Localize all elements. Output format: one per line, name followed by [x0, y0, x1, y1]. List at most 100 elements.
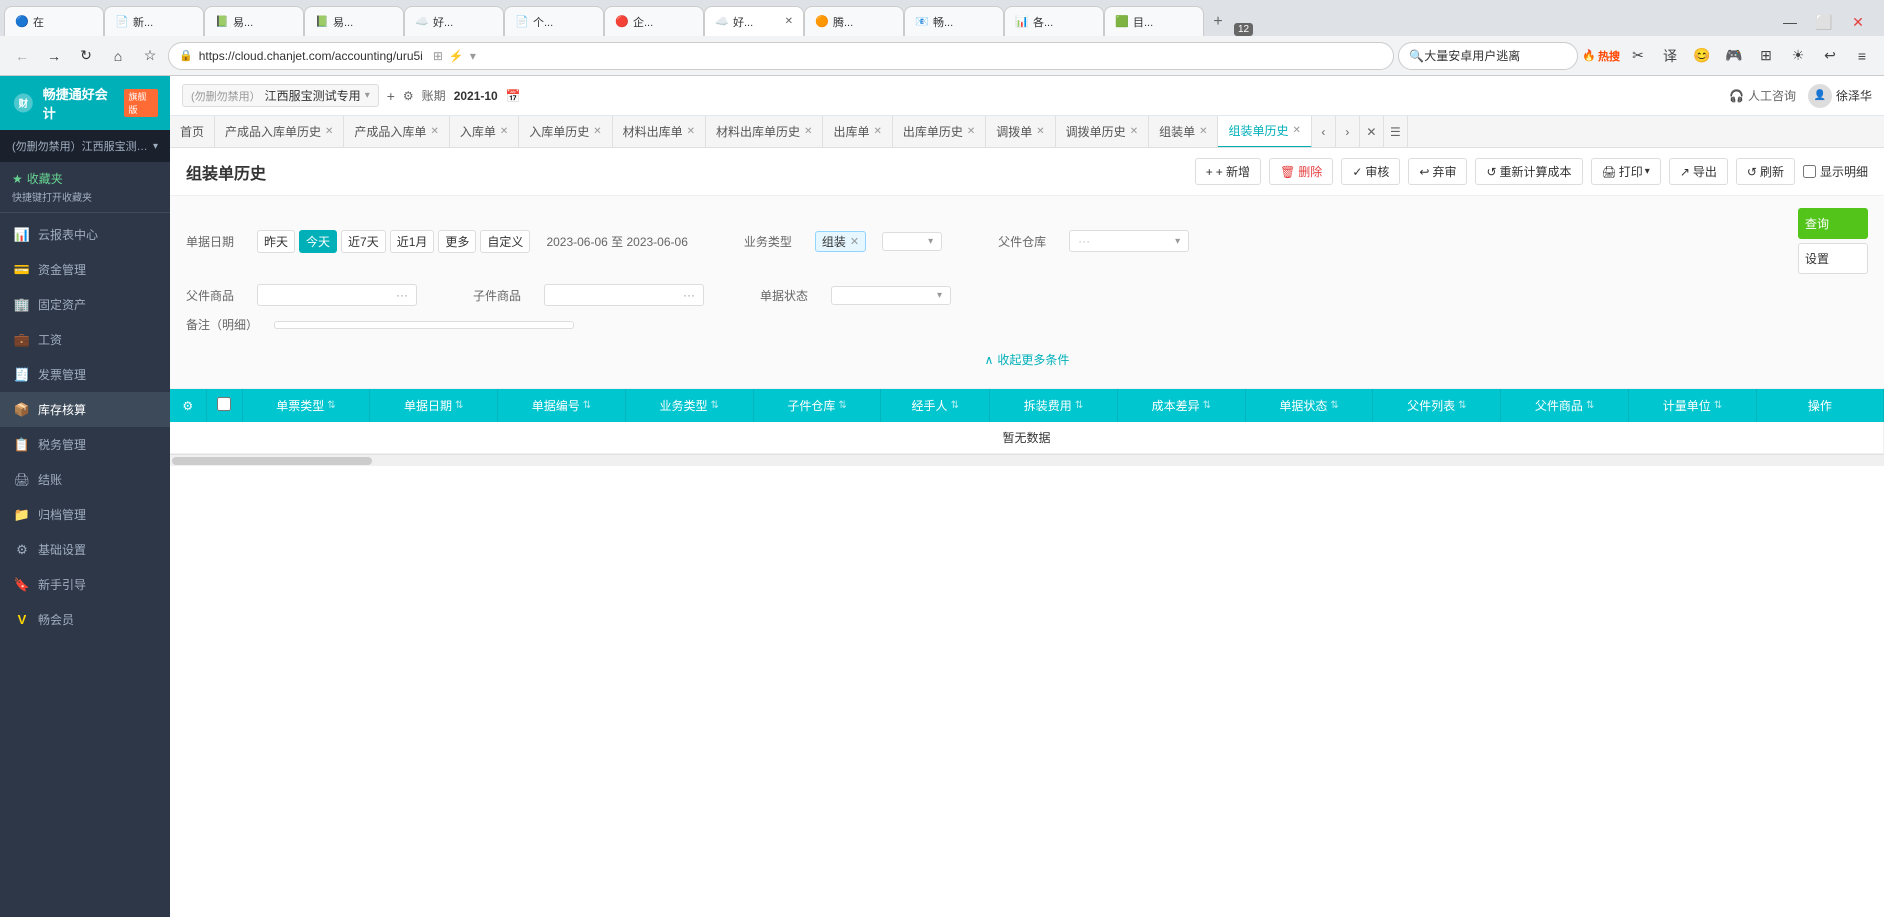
- tab-prod-in-history[interactable]: 产成品入库单历史 ✕: [215, 116, 344, 148]
- scrollbar-thumb[interactable]: [172, 457, 372, 465]
- show-detail-checkbox[interactable]: [1803, 165, 1816, 178]
- refresh-button-page[interactable]: ↺ 刷新: [1736, 158, 1795, 185]
- add-company-btn[interactable]: +: [387, 88, 395, 104]
- sidebar-item-invoice[interactable]: 🧾 发票管理: [0, 357, 170, 392]
- child-goods-input[interactable]: ···: [544, 284, 704, 306]
- date-btn-1month[interactable]: 近1月: [390, 230, 435, 253]
- tab-in-history[interactable]: 入库单历史 ✕: [519, 116, 612, 148]
- tab-close-current[interactable]: ✕: [1360, 116, 1384, 148]
- sidebar-item-member[interactable]: V 畅会员: [0, 602, 170, 637]
- tab-transfer-history-close[interactable]: ✕: [1130, 126, 1138, 137]
- tab-assembly-history[interactable]: 组装单历史 ✕: [1218, 116, 1311, 148]
- undo-tool[interactable]: ↩: [1816, 42, 1844, 70]
- company-selector-header[interactable]: (勿删勿禁用） 江西服宝测试专用 ▾: [182, 84, 379, 107]
- scissors-tool[interactable]: ✂: [1624, 42, 1652, 70]
- browser-tab-6[interactable]: 📄 个...: [504, 6, 604, 36]
- sidebar-item-settlement[interactable]: 🖨 结账: [0, 462, 170, 497]
- translate-tool[interactable]: 译: [1656, 42, 1684, 70]
- sidebar-item-guide[interactable]: 🔖 新手引导: [0, 567, 170, 602]
- th-bill-number[interactable]: 单据编号 ⇅: [498, 389, 626, 422]
- tab-mat-out-history[interactable]: 材料出库单历史 ✕: [706, 116, 823, 148]
- tab8-close[interactable]: ✕: [785, 16, 793, 27]
- qr-icon[interactable]: ⊞: [433, 49, 443, 63]
- tab-in-history-close[interactable]: ✕: [593, 126, 601, 137]
- sidebar-item-report[interactable]: 📊 云报表中心: [0, 217, 170, 252]
- quick-open-link[interactable]: 快捷键打开收藏夹: [12, 189, 158, 204]
- audit-button[interactable]: ✓ 审核: [1341, 158, 1400, 185]
- browser-tab-9[interactable]: 🟠 腾...: [804, 6, 904, 36]
- abandon-button[interactable]: ↩ 弃审: [1408, 158, 1467, 185]
- sidebar-item-tax[interactable]: 📋 税务管理: [0, 427, 170, 462]
- date-btn-more[interactable]: 更多: [438, 230, 476, 253]
- th-bill-type[interactable]: 单票类型 ⇅: [242, 389, 370, 422]
- settings-gear-icon[interactable]: ⚙: [403, 89, 414, 103]
- tab-in-order-close[interactable]: ✕: [500, 126, 508, 137]
- help-button[interactable]: 🎧 人工咨询: [1729, 87, 1796, 104]
- tab-nav-next[interactable]: ›: [1336, 116, 1360, 148]
- new-tab-button[interactable]: +: [1204, 8, 1232, 36]
- delete-button[interactable]: 🗑 删除: [1269, 158, 1333, 185]
- th-cost-diff[interactable]: 成本差异 ⇅: [1117, 389, 1245, 422]
- browser-tab-3[interactable]: 📗 易...: [204, 6, 304, 36]
- browser-tab-11[interactable]: 📊 各...: [1004, 6, 1104, 36]
- tab-transfer-history[interactable]: 调拨单历史 ✕: [1056, 116, 1149, 148]
- th-bill-status[interactable]: 单据状态 ⇅: [1245, 389, 1373, 422]
- tab-mat-out-history-close[interactable]: ✕: [804, 126, 812, 137]
- th-settings[interactable]: ⚙: [170, 389, 206, 422]
- browser-tab-4[interactable]: 📗 易...: [304, 6, 404, 36]
- maximize-btn[interactable]: ⬜: [1810, 8, 1838, 36]
- add-button[interactable]: + + 新增: [1195, 158, 1261, 185]
- date-btn-custom[interactable]: 自定义: [480, 230, 530, 253]
- th-child-warehouse[interactable]: 子件仓库 ⇅: [753, 389, 881, 422]
- tab-mat-out[interactable]: 材料出库单 ✕: [613, 116, 706, 148]
- sidebar-item-inventory[interactable]: 📦 库存核算: [0, 392, 170, 427]
- sidebar-item-assets[interactable]: 🏢 固定资产: [0, 287, 170, 322]
- th-unit[interactable]: 计量单位 ⇅: [1629, 389, 1757, 422]
- bill-status-dropdown[interactable]: ▾: [831, 286, 951, 305]
- th-checkbox[interactable]: [206, 389, 242, 422]
- sidebar-item-archive[interactable]: 📁 归档管理: [0, 497, 170, 532]
- tab-out-history[interactable]: 出库单历史 ✕: [893, 116, 986, 148]
- child-goods-dots[interactable]: ···: [683, 288, 695, 302]
- grid-tool[interactable]: ⊞: [1752, 42, 1780, 70]
- browser-tab-7[interactable]: 🔴 企...: [604, 6, 704, 36]
- sidebar-item-finance[interactable]: 💳 资金管理: [0, 252, 170, 287]
- th-parent-goods[interactable]: 父件商品 ⇅: [1501, 389, 1629, 422]
- select-all-checkbox[interactable]: [217, 397, 231, 411]
- back-button[interactable]: ←: [8, 42, 36, 70]
- sidebar-item-settings[interactable]: ⚙ 基础设置: [0, 532, 170, 567]
- print-button[interactable]: 🖨 打印 ▾: [1591, 158, 1661, 185]
- th-parent-list[interactable]: 父件列表 ⇅: [1373, 389, 1501, 422]
- horizontal-scrollbar[interactable]: [170, 454, 1884, 466]
- date-btn-yesterday[interactable]: 昨天: [257, 230, 295, 253]
- tab-assembly-close[interactable]: ✕: [1199, 126, 1207, 137]
- column-settings-icon[interactable]: ⚙: [182, 399, 193, 413]
- dropdown-icon[interactable]: ▾: [470, 49, 476, 63]
- tab-out-history-close[interactable]: ✕: [967, 126, 975, 137]
- minimize-btn[interactable]: —: [1776, 8, 1804, 36]
- company-selector-sidebar[interactable]: (勿删勿禁用）江西服宝测试专用 ▾: [0, 130, 170, 162]
- close-btn[interactable]: ✕: [1844, 8, 1872, 36]
- th-biz-type[interactable]: 业务类型 ⇅: [625, 389, 753, 422]
- date-btn-today[interactable]: 今天: [299, 230, 337, 253]
- tab-prod-in[interactable]: 产成品入库单 ✕: [344, 116, 449, 148]
- tab-in-order[interactable]: 入库单 ✕: [450, 116, 519, 148]
- forward-button[interactable]: →: [40, 42, 68, 70]
- user-info[interactable]: 👤 徐泽华: [1808, 84, 1872, 108]
- menu-tool[interactable]: ≡: [1848, 42, 1876, 70]
- query-button[interactable]: 查询: [1798, 208, 1868, 239]
- game-tool[interactable]: 🎮: [1720, 42, 1748, 70]
- th-bill-date[interactable]: 单据日期 ⇅: [370, 389, 498, 422]
- remarks-input[interactable]: [274, 321, 574, 329]
- refresh-button[interactable]: ↻: [72, 42, 100, 70]
- tab-more-menu[interactable]: ☰: [1384, 116, 1408, 148]
- tab-home[interactable]: 首页: [170, 116, 215, 148]
- collapse-button[interactable]: ∧ 收起更多条件: [985, 351, 1070, 368]
- parent-goods-dots[interactable]: ···: [396, 288, 408, 302]
- tab-transfer[interactable]: 调拨单 ✕: [986, 116, 1055, 148]
- biz-type-dropdown[interactable]: ▾: [882, 232, 942, 251]
- tab-out-order[interactable]: 出库单 ✕: [823, 116, 892, 148]
- tab-prod-in-history-close[interactable]: ✕: [325, 126, 333, 137]
- home-button[interactable]: ⌂: [104, 42, 132, 70]
- settings-filter-button[interactable]: 设置: [1798, 243, 1868, 274]
